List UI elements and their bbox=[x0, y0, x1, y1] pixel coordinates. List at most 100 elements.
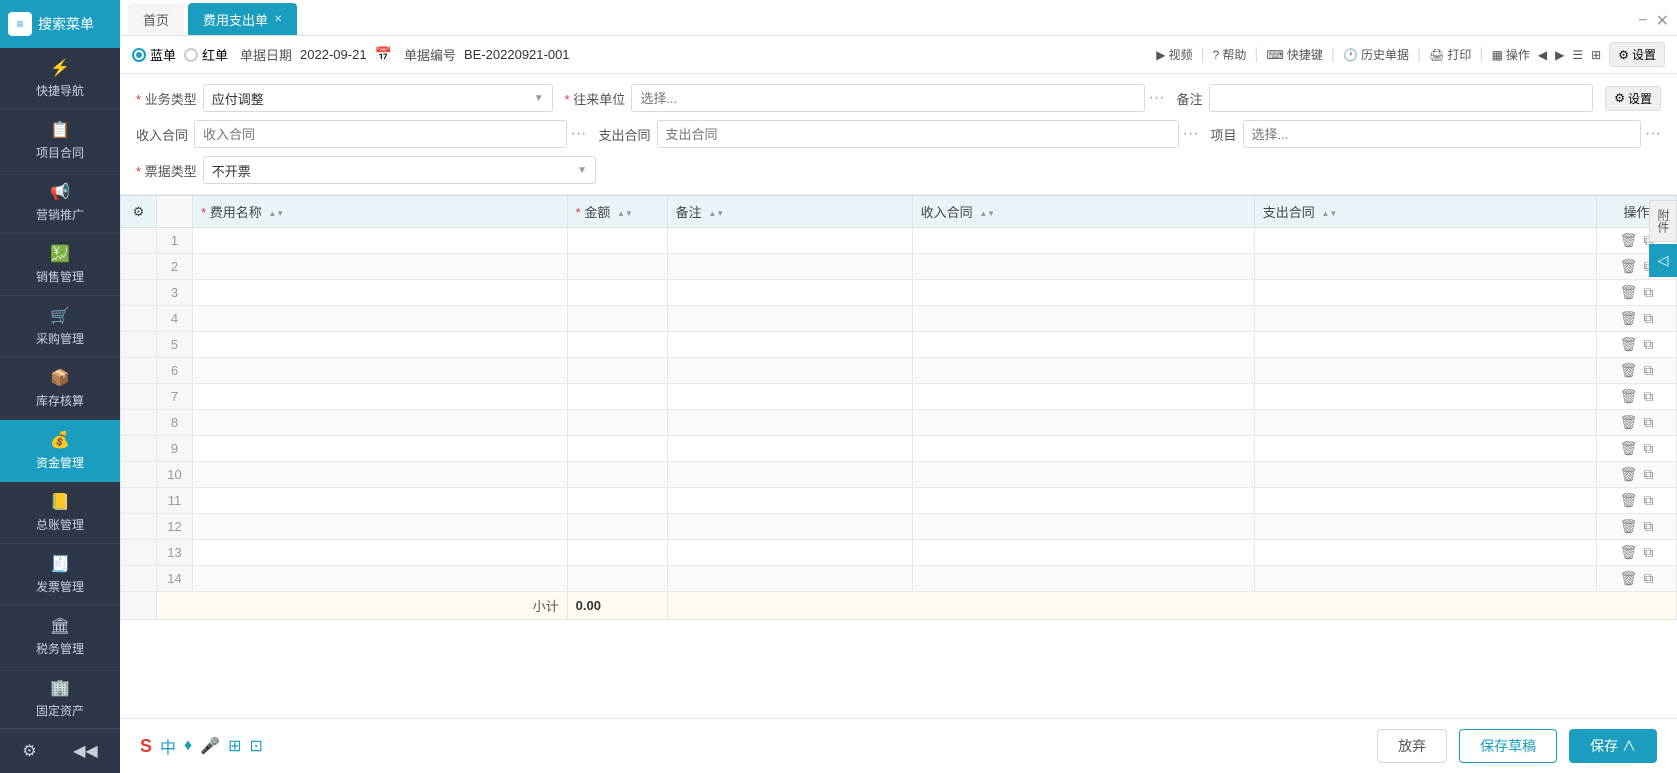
row-amount[interactable] bbox=[567, 436, 667, 462]
row-copy-icon[interactable]: ⧉ bbox=[1643, 440, 1653, 457]
row-expense-contract[interactable] bbox=[1254, 566, 1596, 592]
row-expense-name[interactable] bbox=[193, 384, 568, 410]
row-expense-name[interactable] bbox=[193, 514, 568, 540]
row-expense-contract[interactable] bbox=[1254, 280, 1596, 306]
expense-contract-input[interactable] bbox=[657, 120, 1179, 148]
row-delete-icon[interactable]: 🗑 bbox=[1620, 570, 1638, 587]
sidebar-item-invoice-mgmt[interactable]: 🧾发票管理 bbox=[0, 544, 120, 606]
row-expense-contract[interactable] bbox=[1254, 384, 1596, 410]
sidebar-item-tax-mgmt[interactable]: 🏛税务管理 bbox=[0, 606, 120, 668]
row-expense-name[interactable] bbox=[193, 410, 568, 436]
row-remark[interactable] bbox=[667, 280, 912, 306]
biz-type-select[interactable]: 应付调整 ▼ bbox=[203, 84, 553, 112]
income-contract-more[interactable]: ··· bbox=[571, 125, 587, 143]
row-remark[interactable] bbox=[667, 488, 912, 514]
toolbar-view-list[interactable]: ☰ bbox=[1572, 48, 1583, 62]
toolbar-nav-next[interactable]: ▶ bbox=[1555, 48, 1564, 62]
row-expense-contract[interactable] bbox=[1254, 488, 1596, 514]
tab-expense-close[interactable]: ✕ bbox=[274, 14, 282, 25]
brand-icon-mic[interactable]: 🎤 bbox=[200, 736, 220, 756]
calendar-icon[interactable]: 📅 bbox=[375, 46, 392, 63]
save-button[interactable]: 保存 ∧ bbox=[1569, 729, 1657, 763]
green-float-btn[interactable]: ◁ bbox=[1649, 244, 1677, 277]
form-settings-btn[interactable]: ⚙ 设置 bbox=[1605, 86, 1661, 111]
row-copy-icon[interactable]: ⧉ bbox=[1643, 310, 1653, 327]
row-expense-contract[interactable] bbox=[1254, 306, 1596, 332]
row-copy-icon[interactable]: ⧉ bbox=[1643, 466, 1653, 483]
row-remark[interactable] bbox=[667, 254, 912, 280]
row-delete-icon[interactable]: 🗑 bbox=[1620, 440, 1638, 457]
row-income-contract[interactable] bbox=[912, 566, 1254, 592]
row-expense-contract[interactable] bbox=[1254, 332, 1596, 358]
row-income-contract[interactable] bbox=[912, 514, 1254, 540]
row-expense-contract[interactable] bbox=[1254, 410, 1596, 436]
income-contract-input[interactable] bbox=[194, 120, 567, 148]
row-remark[interactable] bbox=[667, 514, 912, 540]
brand-icon-zh[interactable]: 中 bbox=[160, 734, 176, 758]
row-copy-icon[interactable]: ⧉ bbox=[1643, 570, 1653, 587]
row-expense-contract[interactable] bbox=[1254, 514, 1596, 540]
row-amount[interactable] bbox=[567, 358, 667, 384]
sidebar-item-project-contract[interactable]: 📋项目合同 bbox=[0, 110, 120, 172]
row-income-contract[interactable] bbox=[912, 332, 1254, 358]
expense-contract-sort[interactable]: ▲▼ bbox=[1321, 209, 1337, 218]
sidebar-header[interactable]: ≡ 搜索菜单 bbox=[0, 0, 120, 48]
row-copy-icon[interactable]: ⧉ bbox=[1643, 388, 1653, 405]
row-amount[interactable] bbox=[567, 332, 667, 358]
row-copy-icon[interactable]: ⧉ bbox=[1643, 362, 1653, 379]
row-income-contract[interactable] bbox=[912, 462, 1254, 488]
toolbar-ops-btn[interactable]: ▦ 操作 bbox=[1492, 46, 1530, 63]
row-income-contract[interactable] bbox=[912, 488, 1254, 514]
tab-expense[interactable]: 费用支出单 ✕ bbox=[188, 3, 297, 35]
row-income-contract[interactable] bbox=[912, 384, 1254, 410]
attachment-btn[interactable]: 附件 bbox=[1649, 200, 1677, 242]
row-remark[interactable] bbox=[667, 436, 912, 462]
row-remark[interactable] bbox=[667, 410, 912, 436]
row-income-contract[interactable] bbox=[912, 254, 1254, 280]
row-remark[interactable] bbox=[667, 228, 912, 254]
row-delete-icon[interactable]: 🗑 bbox=[1620, 466, 1638, 483]
sidebar-item-inventory[interactable]: 📦库存核算 bbox=[0, 358, 120, 420]
col-settings[interactable]: ⚙ bbox=[121, 196, 157, 228]
income-contract-sort[interactable]: ▲▼ bbox=[979, 209, 995, 218]
window-minimize-btn[interactable]: − bbox=[1638, 12, 1647, 30]
amount-sort[interactable]: ▲▼ bbox=[617, 209, 633, 218]
sidebar-settings-icon[interactable]: ⚙ bbox=[18, 737, 40, 765]
sidebar-item-quick-nav[interactable]: ⚡快捷导航 bbox=[0, 48, 120, 110]
row-remark[interactable] bbox=[667, 566, 912, 592]
row-remark[interactable] bbox=[667, 306, 912, 332]
row-remark[interactable] bbox=[667, 462, 912, 488]
row-income-contract[interactable] bbox=[912, 436, 1254, 462]
project-input[interactable] bbox=[1243, 120, 1642, 148]
row-expense-name[interactable] bbox=[193, 540, 568, 566]
row-delete-icon[interactable]: 🗑 bbox=[1620, 518, 1638, 535]
invoice-type-select[interactable]: 不开票 ▼ bbox=[203, 156, 596, 184]
row-income-contract[interactable] bbox=[912, 540, 1254, 566]
row-expense-name[interactable] bbox=[193, 436, 568, 462]
date-value[interactable]: 2022-09-21 bbox=[300, 47, 367, 62]
row-remark[interactable] bbox=[667, 332, 912, 358]
row-income-contract[interactable] bbox=[912, 306, 1254, 332]
row-expense-name[interactable] bbox=[193, 306, 568, 332]
sidebar-volume-icon[interactable]: ◀◀ bbox=[69, 737, 102, 765]
row-copy-icon[interactable]: ⧉ bbox=[1643, 414, 1653, 431]
row-expense-name[interactable] bbox=[193, 254, 568, 280]
toolbar-history-btn[interactable]: 🕐 历史单据 bbox=[1343, 46, 1409, 63]
toolbar-help-btn[interactable]: ? 帮助 bbox=[1213, 46, 1247, 63]
sidebar-item-fund-mgmt[interactable]: 💰资金管理 bbox=[0, 420, 120, 482]
row-income-contract[interactable] bbox=[912, 358, 1254, 384]
row-income-contract[interactable] bbox=[912, 410, 1254, 436]
row-amount[interactable] bbox=[567, 462, 667, 488]
radio-red[interactable]: 红单 bbox=[184, 45, 228, 64]
project-more[interactable]: ··· bbox=[1645, 125, 1661, 143]
row-amount[interactable] bbox=[567, 566, 667, 592]
row-income-contract[interactable] bbox=[912, 228, 1254, 254]
row-copy-icon[interactable]: ⧉ bbox=[1643, 284, 1653, 301]
row-expense-name[interactable] bbox=[193, 332, 568, 358]
sidebar-item-marketing[interactable]: 📢营销推广 bbox=[0, 172, 120, 234]
row-copy-icon[interactable]: ⧉ bbox=[1643, 336, 1653, 353]
row-amount[interactable] bbox=[567, 228, 667, 254]
brand-icon-grid1[interactable]: ⊞ bbox=[228, 736, 241, 756]
counterpart-more-btn[interactable]: ··· bbox=[1149, 89, 1165, 107]
row-delete-icon[interactable]: 🗑 bbox=[1620, 362, 1638, 379]
